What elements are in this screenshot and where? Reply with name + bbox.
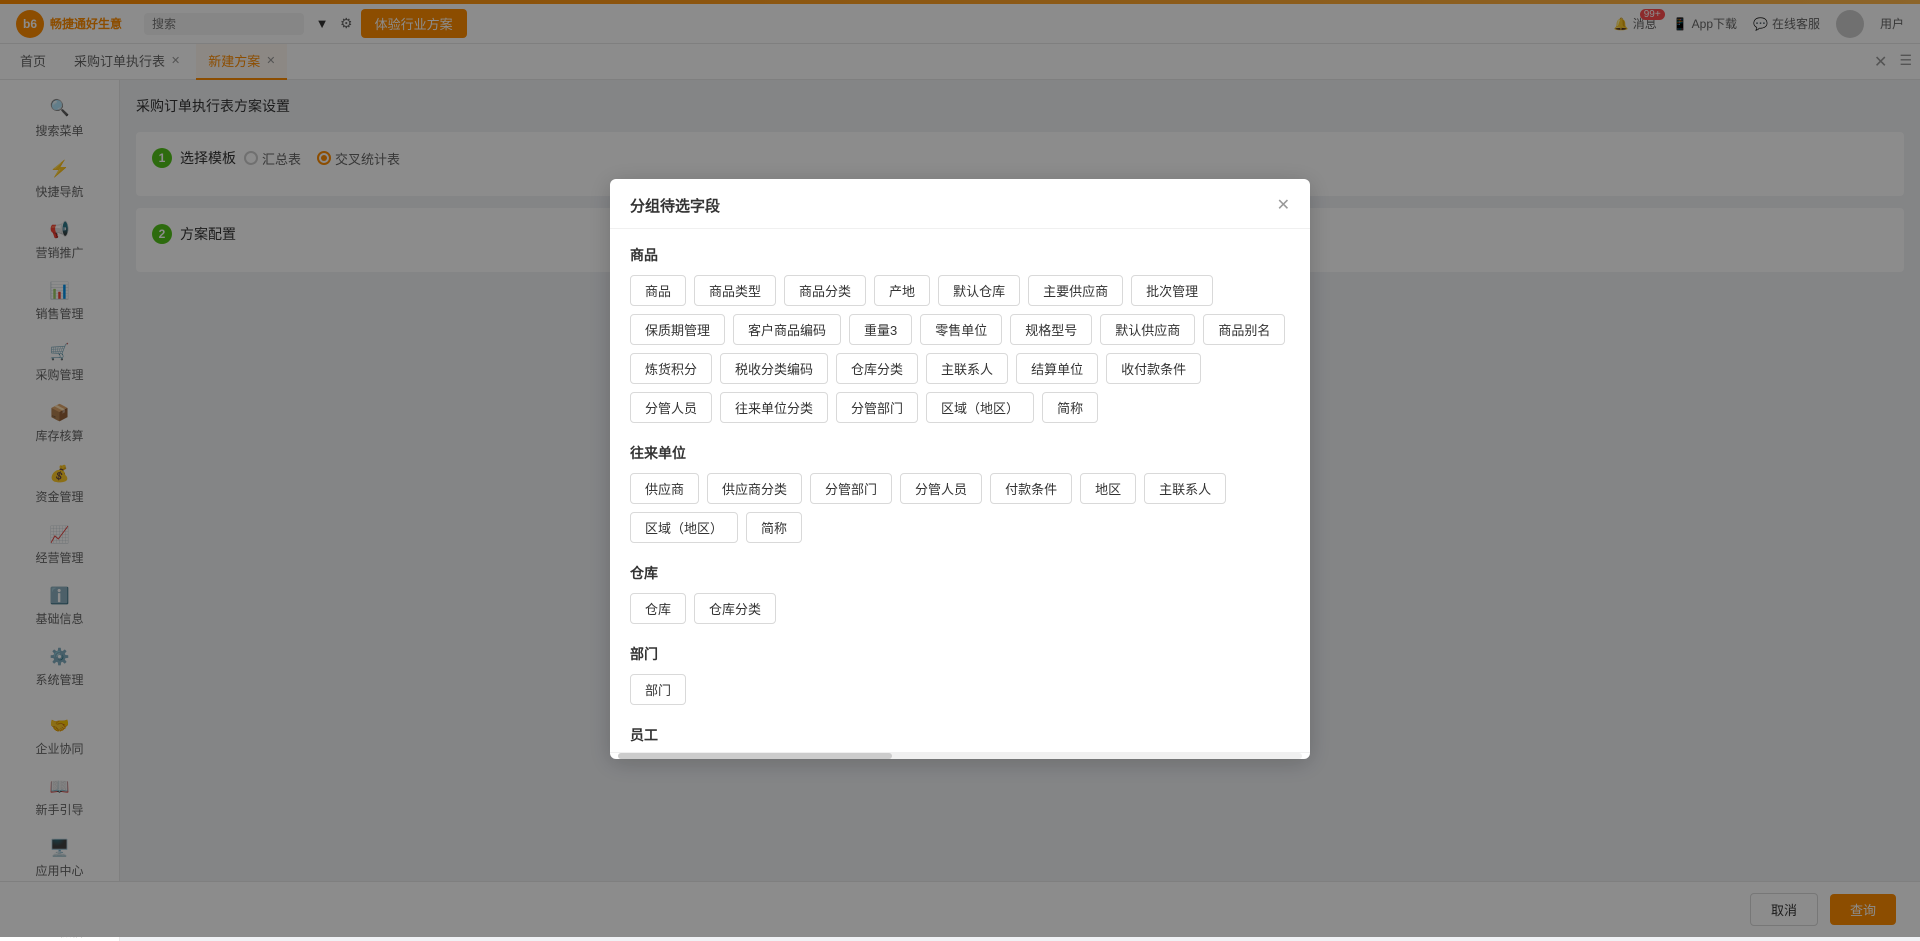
hscroll-track	[618, 753, 1302, 759]
field-tag-expiry-mgmt[interactable]: 保质期管理	[630, 314, 725, 345]
counterpart-group-title: 往来单位	[630, 443, 1290, 463]
field-tag-region-goods[interactable]: 区域（地区）	[926, 392, 1034, 423]
field-tag-main-supplier[interactable]: 主要供应商	[1028, 275, 1123, 306]
field-tag-dept-goods[interactable]: 分管部门	[836, 392, 918, 423]
field-tag-warehouse[interactable]: 仓库	[630, 593, 686, 624]
field-group-warehouse: 仓库 仓库 仓库分类	[630, 563, 1290, 624]
dept-field-tags: 部门	[630, 674, 1290, 705]
field-tag-weight3[interactable]: 重量3	[849, 314, 912, 345]
field-tag-region-counterpart[interactable]: 区域（地区）	[630, 512, 738, 543]
goods-group-title: 商品	[630, 245, 1290, 265]
field-tag-goods-type[interactable]: 商品类型	[694, 275, 776, 306]
field-group-dept: 部门 部门	[630, 644, 1290, 705]
field-tag-payment-condition[interactable]: 付款条件	[990, 473, 1072, 504]
warehouse-field-tags: 仓库 仓库分类	[630, 593, 1290, 624]
staff-group-title: 员工	[630, 725, 1290, 745]
field-tag-dept-counterpart[interactable]: 分管部门	[810, 473, 892, 504]
modal-overlay: 分组待选字段 ✕ 商品 商品 商品类型 商品分类 产地 默认仓库 主要供应商 批…	[0, 0, 1920, 937]
field-tag-refine-points[interactable]: 炼货积分	[630, 353, 712, 384]
field-tag-warehouse-category[interactable]: 仓库分类	[836, 353, 918, 384]
field-tag-goods-alias[interactable]: 商品别名	[1203, 314, 1285, 345]
field-tag-default-supplier[interactable]: 默认供应商	[1100, 314, 1195, 345]
dept-group-title: 部门	[630, 644, 1290, 664]
modal-horizontal-scrollbar[interactable]	[610, 752, 1310, 759]
counterpart-field-tags: 供应商 供应商分类 分管部门 分管人员 付款条件 地区 主联系人 区域（地区） …	[630, 473, 1290, 543]
field-group-staff: 员工 业务员	[630, 725, 1290, 752]
field-tag-batch-mgmt[interactable]: 批次管理	[1131, 275, 1213, 306]
field-group-counterpart: 往来单位 供应商 供应商分类 分管部门 分管人员 付款条件 地区 主联系人 区域…	[630, 443, 1290, 543]
field-tag-goods[interactable]: 商品	[630, 275, 686, 306]
field-tag-spec-model[interactable]: 规格型号	[1010, 314, 1092, 345]
field-tag-payment-terms[interactable]: 收付款条件	[1106, 353, 1201, 384]
field-tag-abbr-goods[interactable]: 简称	[1042, 392, 1098, 423]
field-tag-tax-code[interactable]: 税收分类编码	[720, 353, 828, 384]
field-tag-abbr-counterpart[interactable]: 简称	[746, 512, 802, 543]
field-tag-default-warehouse[interactable]: 默认仓库	[938, 275, 1020, 306]
field-group-goods: 商品 商品 商品类型 商品分类 产地 默认仓库 主要供应商 批次管理 保质期管理…	[630, 245, 1290, 423]
modal-title: 分组待选字段	[630, 195, 720, 216]
hscroll-thumb	[618, 753, 892, 759]
modal-body: 商品 商品 商品类型 商品分类 产地 默认仓库 主要供应商 批次管理 保质期管理…	[610, 229, 1310, 752]
warehouse-group-title: 仓库	[630, 563, 1290, 583]
field-tag-main-contact-counterpart[interactable]: 主联系人	[1144, 473, 1226, 504]
field-tag-origin[interactable]: 产地	[874, 275, 930, 306]
field-tag-customer-code[interactable]: 客户商品编码	[733, 314, 841, 345]
field-tag-supplier-category[interactable]: 供应商分类	[707, 473, 802, 504]
field-select-modal: 分组待选字段 ✕ 商品 商品 商品类型 商品分类 产地 默认仓库 主要供应商 批…	[610, 179, 1310, 759]
goods-field-tags: 商品 商品类型 商品分类 产地 默认仓库 主要供应商 批次管理 保质期管理 客户…	[630, 275, 1290, 423]
field-tag-counterpart-category[interactable]: 往来单位分类	[720, 392, 828, 423]
field-tag-mgmt-person-counterpart[interactable]: 分管人员	[900, 473, 982, 504]
modal-close-button[interactable]: ✕	[1277, 195, 1290, 215]
field-tag-mgmt-person[interactable]: 分管人员	[630, 392, 712, 423]
field-tag-region[interactable]: 地区	[1080, 473, 1136, 504]
field-tag-warehouse-cat[interactable]: 仓库分类	[694, 593, 776, 624]
field-tag-supplier[interactable]: 供应商	[630, 473, 699, 504]
field-tag-retail-unit[interactable]: 零售单位	[920, 314, 1002, 345]
field-tag-main-contact[interactable]: 主联系人	[926, 353, 1008, 384]
field-tag-dept[interactable]: 部门	[630, 674, 686, 705]
field-tag-goods-category[interactable]: 商品分类	[784, 275, 866, 306]
field-tag-settlement-unit[interactable]: 结算单位	[1016, 353, 1098, 384]
modal-header: 分组待选字段 ✕	[610, 179, 1310, 229]
